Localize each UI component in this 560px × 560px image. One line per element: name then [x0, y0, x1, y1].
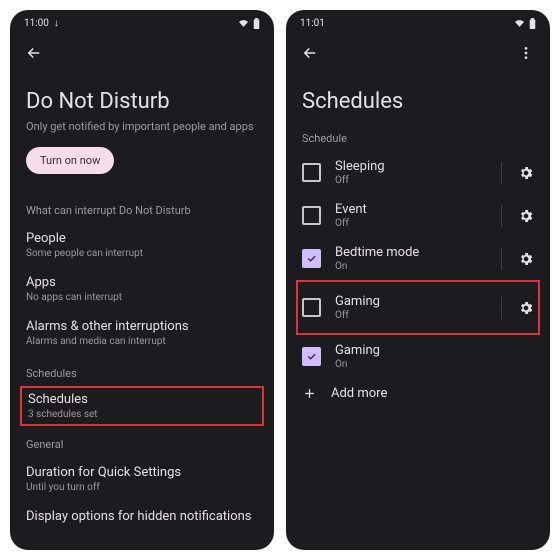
schedule-row[interactable]: Bedtime modeOn [302, 237, 534, 280]
section-schedule: Schedule [302, 132, 534, 145]
row-apps[interactable]: Apps No apps can interrupt [26, 267, 258, 311]
overflow-menu-button[interactable] [512, 39, 540, 67]
schedule-checkbox[interactable] [302, 347, 321, 366]
schedule-state: Off [335, 310, 493, 321]
row-display-options[interactable]: Display options for hidden notifications [26, 501, 258, 532]
schedule-checkbox[interactable] [302, 249, 321, 268]
row-alarms[interactable]: Alarms & other interruptions Alarms and … [26, 311, 258, 355]
schedule-checkbox[interactable] [302, 206, 321, 225]
back-button[interactable] [296, 39, 324, 67]
schedule-row[interactable]: GamingOff [302, 286, 534, 329]
section-schedules: Schedules [26, 367, 258, 380]
schedule-name: Sleeping [335, 159, 493, 174]
page-title: Do Not Disturb [26, 89, 258, 114]
gear-icon[interactable] [510, 300, 534, 316]
schedule-name: Event [335, 202, 493, 217]
turn-on-button[interactable]: Turn on now [26, 147, 114, 174]
schedule-state: On [335, 261, 493, 272]
battery-icon [529, 18, 536, 29]
plus-icon [302, 386, 317, 401]
page-subtitle: Only get notified by important people an… [26, 120, 258, 133]
schedule-state: On [335, 359, 534, 370]
status-time: 11:01 [300, 18, 325, 29]
gear-icon[interactable] [510, 251, 534, 267]
schedule-name: Gaming [335, 294, 493, 309]
schedule-row[interactable]: GamingOn [302, 335, 534, 378]
back-button[interactable] [20, 39, 48, 67]
schedule-row[interactable]: SleepingOff [302, 151, 534, 194]
schedules-screen: 11:01 Schedules Schedule SleepingOffEven… [286, 10, 550, 550]
row-schedules[interactable]: Schedules 3 schedules set [20, 386, 264, 426]
schedule-row[interactable]: EventOff [302, 194, 534, 237]
status-bar: 11:01 [286, 10, 550, 33]
gear-icon[interactable] [510, 208, 534, 224]
wifi-icon [514, 19, 525, 28]
app-bar [286, 33, 550, 73]
schedule-checkbox[interactable] [302, 298, 321, 317]
schedule-state: Off [335, 218, 493, 229]
app-bar [10, 33, 274, 73]
status-time: 11:00 [24, 18, 49, 29]
battery-icon [253, 18, 260, 29]
row-duration[interactable]: Duration for Quick Settings Until you tu… [26, 457, 258, 501]
status-bar: 11:00 ↓ [10, 10, 274, 33]
schedule-name: Gaming [335, 343, 534, 358]
schedule-name: Bedtime mode [335, 245, 493, 260]
row-people[interactable]: People Some people can interrupt [26, 223, 258, 267]
schedule-state: Off [335, 175, 493, 186]
row-add-more[interactable]: Add more [302, 378, 534, 409]
page-title: Schedules [302, 89, 534, 114]
wifi-icon [238, 19, 249, 28]
schedule-checkbox[interactable] [302, 163, 321, 182]
dnd-screen: 11:00 ↓ Do Not Disturb Only get notified… [10, 10, 274, 550]
gear-icon[interactable] [510, 165, 534, 181]
section-general: General [26, 438, 258, 451]
section-interrupt: What can interrupt Do Not Disturb [26, 204, 258, 217]
